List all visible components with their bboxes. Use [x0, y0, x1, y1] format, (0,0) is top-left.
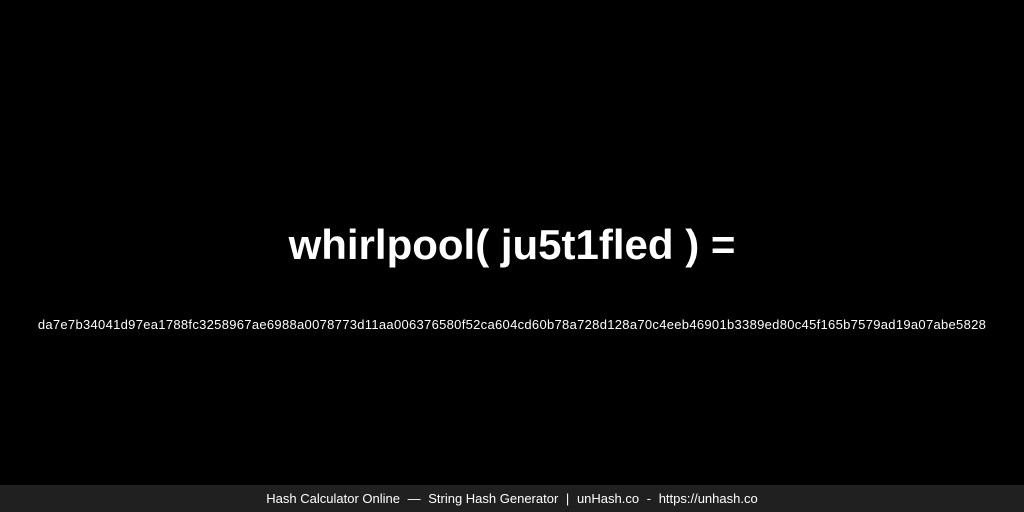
main-content: whirlpool( ju5t1fled ) = da7e7b34041d97e…	[0, 221, 1024, 332]
footer-url: https://unhash.co	[659, 491, 758, 506]
footer-site-name: unHash.co	[577, 491, 639, 506]
hash-expression: whirlpool( ju5t1fled ) =	[289, 221, 736, 269]
footer-text-generator: String Hash Generator	[428, 491, 558, 506]
footer: Hash Calculator Online — String Hash Gen…	[0, 485, 1024, 512]
footer-text-calculator: Hash Calculator Online	[266, 491, 400, 506]
footer-separator-pipe: |	[566, 491, 569, 506]
footer-separator-hyphen: -	[647, 491, 651, 506]
hash-output: da7e7b34041d97ea1788fc3258967ae6988a0078…	[38, 317, 986, 332]
footer-separator-dash: —	[408, 491, 421, 506]
